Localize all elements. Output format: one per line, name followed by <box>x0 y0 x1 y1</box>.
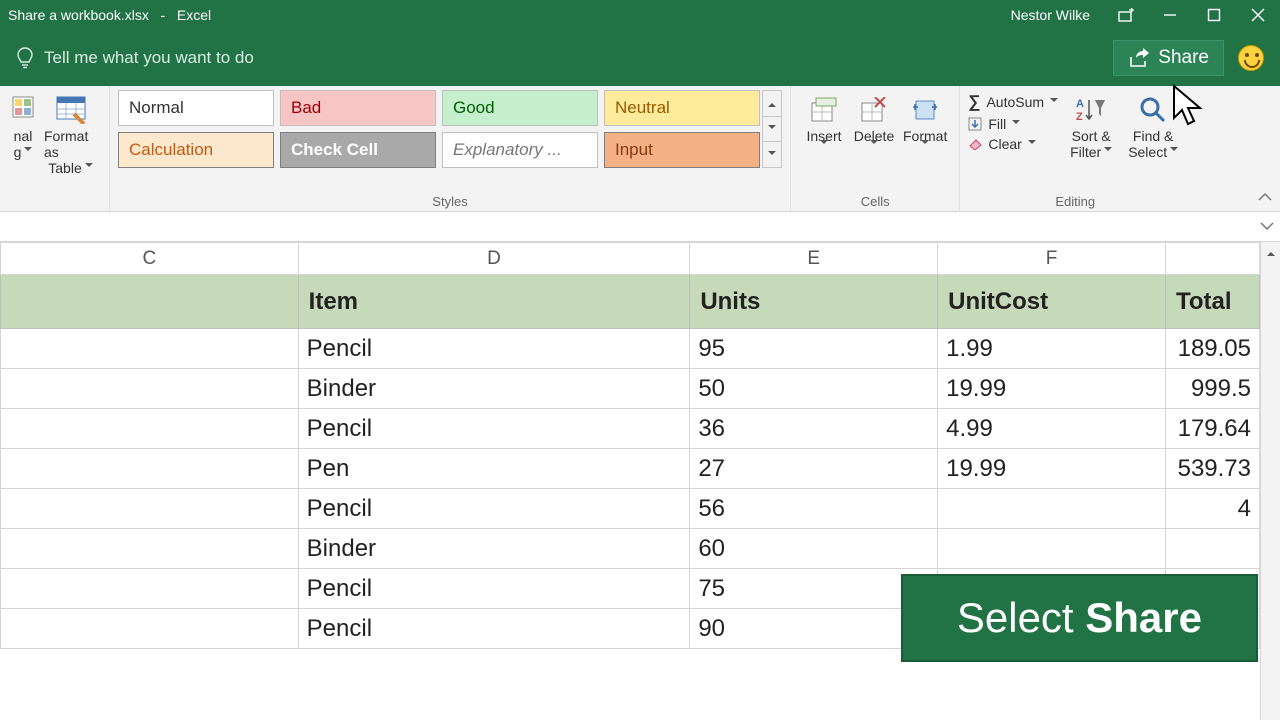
sort-filter-button[interactable]: AZ Sort & Filter <box>1066 90 1116 162</box>
table-header-row[interactable]: Item Units UnitCost Total <box>1 275 1260 329</box>
fill-down-icon <box>968 117 982 131</box>
ribbon-display-options-button[interactable] <box>1104 0 1148 30</box>
format-as-table-button[interactable]: Format as Table <box>40 90 101 178</box>
header-total: Total <box>1165 275 1259 329</box>
format-cells-button[interactable]: Format <box>899 90 951 162</box>
collapse-ribbon-button[interactable] <box>1258 189 1272 207</box>
table-row[interactable]: Pencil364.99179.64 <box>1 409 1260 449</box>
insert-cells-button[interactable]: Insert <box>799 90 849 162</box>
header-units: Units <box>690 275 938 329</box>
share-button-label: Share <box>1158 47 1209 69</box>
vertical-scrollbar[interactable] <box>1260 242 1280 720</box>
style-input[interactable]: Input <box>604 132 760 168</box>
eraser-icon <box>968 138 982 150</box>
style-check-cell[interactable]: Check Cell <box>280 132 436 168</box>
header-item: Item <box>298 275 690 329</box>
instruction-callout: Select Share <box>901 574 1258 662</box>
minimize-button[interactable] <box>1148 0 1192 30</box>
style-calculation[interactable]: Calculation <box>118 132 274 168</box>
cell-styles-gallery[interactable]: Normal Bad Good Neutral Calculation Chec… <box>118 90 760 168</box>
table-row[interactable]: Binder5019.99999.5 <box>1 369 1260 409</box>
tell-me-placeholder: Tell me what you want to do <box>44 48 254 68</box>
style-neutral[interactable]: Neutral <box>604 90 760 126</box>
account-username[interactable]: Nestor Wilke <box>997 7 1104 23</box>
lightbulb-icon <box>16 47 34 69</box>
style-bad[interactable]: Bad <box>280 90 436 126</box>
ribbon-group-label-editing: Editing <box>968 192 1182 209</box>
ribbon-group-label-styles: Styles <box>118 192 782 209</box>
tell-me-search[interactable]: Tell me what you want to do <box>16 47 254 69</box>
close-button[interactable] <box>1236 0 1280 30</box>
style-explanatory[interactable]: Explanatory ... <box>442 132 598 168</box>
share-button[interactable]: Share <box>1113 40 1224 76</box>
table-row[interactable]: Binder60 <box>1 529 1260 569</box>
style-normal[interactable]: Normal <box>118 90 274 126</box>
feedback-smiley-icon[interactable] <box>1238 45 1264 71</box>
share-icon <box>1128 48 1150 68</box>
column-headers[interactable]: C D E F <box>1 243 1260 275</box>
svg-text:A: A <box>1076 98 1084 110</box>
style-good[interactable]: Good <box>442 90 598 126</box>
window-titlebar: Share a workbook.xlsx - Excel Nestor Wil… <box>0 0 1280 30</box>
formula-bar[interactable] <box>0 212 1280 242</box>
delete-cells-button[interactable]: Delete <box>849 90 899 162</box>
tell-me-bar: Tell me what you want to do Share <box>0 30 1280 86</box>
window-title: Share a workbook.xlsx - Excel <box>0 7 211 23</box>
app-name: Excel <box>177 7 211 23</box>
fill-button[interactable]: Fill <box>968 116 1058 132</box>
conditional-formatting-button[interactable]: nal g <box>8 90 38 178</box>
workbook-filename: Share a workbook.xlsx <box>8 7 149 23</box>
clear-button[interactable]: Clear <box>968 136 1058 152</box>
find-select-button[interactable]: Find & Select <box>1124 90 1182 162</box>
expand-formula-bar-button[interactable] <box>1260 219 1274 237</box>
table-row[interactable]: Pen2719.99539.73 <box>1 449 1260 489</box>
header-unitcost: UnitCost <box>938 275 1166 329</box>
ribbon: nal g Format as Table x Normal Bad Good … <box>0 86 1280 212</box>
table-row[interactable]: Pencil951.99189.05 <box>1 329 1260 369</box>
svg-text:Z: Z <box>1076 111 1083 123</box>
ribbon-group-label-cells: Cells <box>799 192 951 209</box>
maximize-button[interactable] <box>1192 0 1236 30</box>
autosum-button[interactable]: ∑AutoSum <box>968 92 1058 112</box>
styles-gallery-scroll[interactable] <box>762 90 782 168</box>
table-row[interactable]: Pencil564 <box>1 489 1260 529</box>
